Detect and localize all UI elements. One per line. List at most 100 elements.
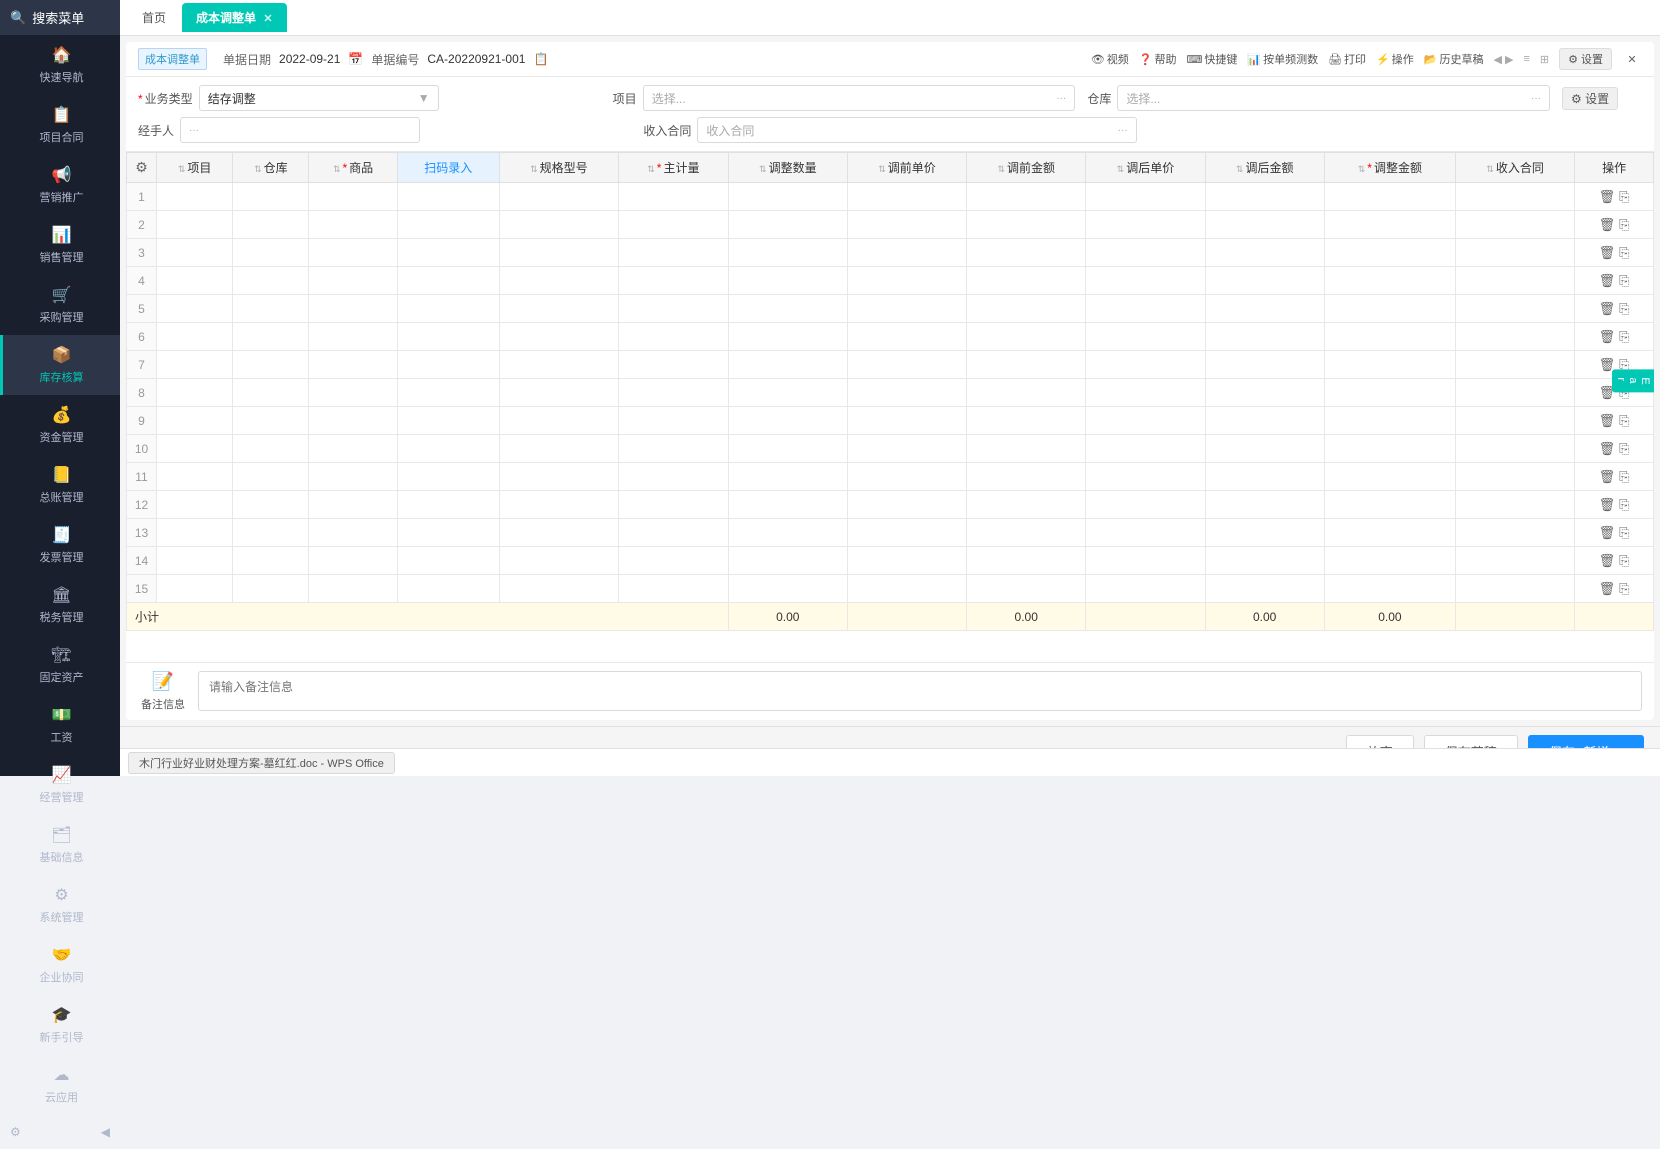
cell-before-amt-4[interactable] <box>967 267 1086 295</box>
taskbar-item[interactable]: 木门行业好业财处理方案-墓红红.doc - WPS Office <box>128 752 395 774</box>
cell-adj-amt-10[interactable] <box>1324 435 1455 463</box>
cell-unit-5[interactable] <box>619 295 729 323</box>
cell-after-price-8[interactable] <box>1086 379 1205 407</box>
cell-before-amt-1[interactable] <box>967 183 1086 211</box>
cell-spec-1[interactable] <box>499 183 618 211</box>
cell-after-amt-6[interactable] <box>1205 323 1324 351</box>
cell-adj-qty-11[interactable] <box>728 463 847 491</box>
row-settings-btn[interactable]: ⚙ 设置 <box>1562 87 1618 110</box>
cell-product-11[interactable] <box>309 463 397 491</box>
cell-before-amt-10[interactable] <box>967 435 1086 463</box>
sidebar-item-sales-promo[interactable]: 📢 营销推广 <box>0 155 120 215</box>
cell-income-contract-10[interactable] <box>1455 435 1574 463</box>
cell-product-2[interactable] <box>309 211 397 239</box>
copy-icon-14[interactable]: ⎘ <box>1619 553 1629 569</box>
cell-after-price-14[interactable] <box>1086 547 1205 575</box>
col-scan[interactable]: 扫码录入 <box>397 153 499 183</box>
cell-spec-7[interactable] <box>499 351 618 379</box>
cell-adj-amt-13[interactable] <box>1324 519 1455 547</box>
help-btn[interactable]: ❓ 帮助 <box>1139 51 1177 67</box>
cell-after-amt-12[interactable] <box>1205 491 1324 519</box>
cell-income-contract-8[interactable] <box>1455 379 1574 407</box>
cell-after-price-1[interactable] <box>1086 183 1205 211</box>
cell-scan-8[interactable] <box>397 379 499 407</box>
cell-product-1[interactable] <box>309 183 397 211</box>
settings-icon[interactable]: ⚙ <box>10 1125 21 1139</box>
cell-warehouse-13[interactable] <box>233 519 309 547</box>
cell-project-15[interactable] <box>157 575 233 603</box>
cell-before-amt-9[interactable] <box>967 407 1086 435</box>
cell-income-contract-7[interactable] <box>1455 351 1574 379</box>
cell-warehouse-4[interactable] <box>233 267 309 295</box>
cell-adj-qty-7[interactable] <box>728 351 847 379</box>
delete-icon-1[interactable]: 🗑 <box>1599 189 1616 205</box>
cell-before-price-2[interactable] <box>847 211 966 239</box>
copy-icon-6[interactable]: ⎘ <box>1619 329 1629 345</box>
cell-spec-8[interactable] <box>499 379 618 407</box>
cell-product-14[interactable] <box>309 547 397 575</box>
cell-after-amt-11[interactable] <box>1205 463 1324 491</box>
cell-product-3[interactable] <box>309 239 397 267</box>
col-settings[interactable]: ⚙ <box>127 153 157 183</box>
cell-unit-3[interactable] <box>619 239 729 267</box>
cell-after-price-10[interactable] <box>1086 435 1205 463</box>
delete-icon-2[interactable]: 🗑 <box>1599 217 1616 233</box>
cell-before-amt-2[interactable] <box>967 211 1086 239</box>
sidebar-item-payroll[interactable]: 💵 工资 <box>0 695 120 755</box>
cell-adj-qty-10[interactable] <box>728 435 847 463</box>
cell-income-contract-9[interactable] <box>1455 407 1574 435</box>
tab-home[interactable]: 首页 <box>128 3 180 32</box>
cell-adj-amt-3[interactable] <box>1324 239 1455 267</box>
cell-spec-14[interactable] <box>499 547 618 575</box>
cell-warehouse-14[interactable] <box>233 547 309 575</box>
right-edge-tab[interactable]: Ear <box>1612 369 1654 392</box>
cell-after-price-6[interactable] <box>1086 323 1205 351</box>
cell-adj-qty-2[interactable] <box>728 211 847 239</box>
cell-spec-6[interactable] <box>499 323 618 351</box>
settings-btn[interactable]: ⚙ 设置 <box>1559 48 1612 70</box>
cell-after-amt-2[interactable] <box>1205 211 1324 239</box>
cell-project-12[interactable] <box>157 491 233 519</box>
delete-icon-13[interactable]: 🗑 <box>1599 525 1616 541</box>
cell-after-amt-3[interactable] <box>1205 239 1324 267</box>
close-btn[interactable]: ✕ <box>1622 49 1642 69</box>
cell-after-price-11[interactable] <box>1086 463 1205 491</box>
cell-before-amt-7[interactable] <box>967 351 1086 379</box>
table-container[interactable]: ⚙ ⇅项目 ⇅仓库 ⇅*商品 扫码录入 ⇅规格型号 ⇅*主计量 ⇅调整数量 ⇅调… <box>126 152 1654 662</box>
cell-after-amt-10[interactable] <box>1205 435 1324 463</box>
cell-adj-qty-9[interactable] <box>728 407 847 435</box>
cell-before-amt-3[interactable] <box>967 239 1086 267</box>
cell-after-amt-9[interactable] <box>1205 407 1324 435</box>
copy-icon-4[interactable]: ⎘ <box>1619 273 1629 289</box>
sidebar-item-fixed-assets[interactable]: 🏗 固定资产 <box>0 635 120 695</box>
cell-project-11[interactable] <box>157 463 233 491</box>
sidebar-search[interactable]: 🔍 搜索菜单 <box>0 0 120 35</box>
cell-before-price-3[interactable] <box>847 239 966 267</box>
sidebar-item-inventory[interactable]: 📦 库存核算 <box>0 335 120 395</box>
cell-adj-qty-13[interactable] <box>728 519 847 547</box>
order-freq-btn[interactable]: 📊 按单频测数 <box>1247 51 1318 67</box>
sidebar-item-sys-mgmt[interactable]: ⚙ 系统管理 <box>0 875 120 935</box>
cell-scan-6[interactable] <box>397 323 499 351</box>
cell-after-amt-5[interactable] <box>1205 295 1324 323</box>
cell-adj-qty-14[interactable] <box>728 547 847 575</box>
cell-before-price-14[interactable] <box>847 547 966 575</box>
cell-spec-15[interactable] <box>499 575 618 603</box>
delete-icon-14[interactable]: 🗑 <box>1599 553 1616 569</box>
cell-after-amt-1[interactable] <box>1205 183 1324 211</box>
cell-adj-amt-1[interactable] <box>1324 183 1455 211</box>
cell-adj-amt-8[interactable] <box>1324 379 1455 407</box>
cell-before-amt-15[interactable] <box>967 575 1086 603</box>
cell-unit-12[interactable] <box>619 491 729 519</box>
sidebar-item-tax-mgmt[interactable]: 🏛 税务管理 <box>0 575 120 635</box>
sidebar-item-corp-coop[interactable]: 🤝 企业协同 <box>0 935 120 995</box>
warehouse-input[interactable]: 选择... ··· <box>1117 85 1550 111</box>
cell-before-amt-5[interactable] <box>967 295 1086 323</box>
cell-project-2[interactable] <box>157 211 233 239</box>
cell-product-12[interactable] <box>309 491 397 519</box>
cell-before-price-7[interactable] <box>847 351 966 379</box>
cell-scan-4[interactable] <box>397 267 499 295</box>
cell-adj-amt-6[interactable] <box>1324 323 1455 351</box>
cell-unit-7[interactable] <box>619 351 729 379</box>
cell-adj-amt-7[interactable] <box>1324 351 1455 379</box>
